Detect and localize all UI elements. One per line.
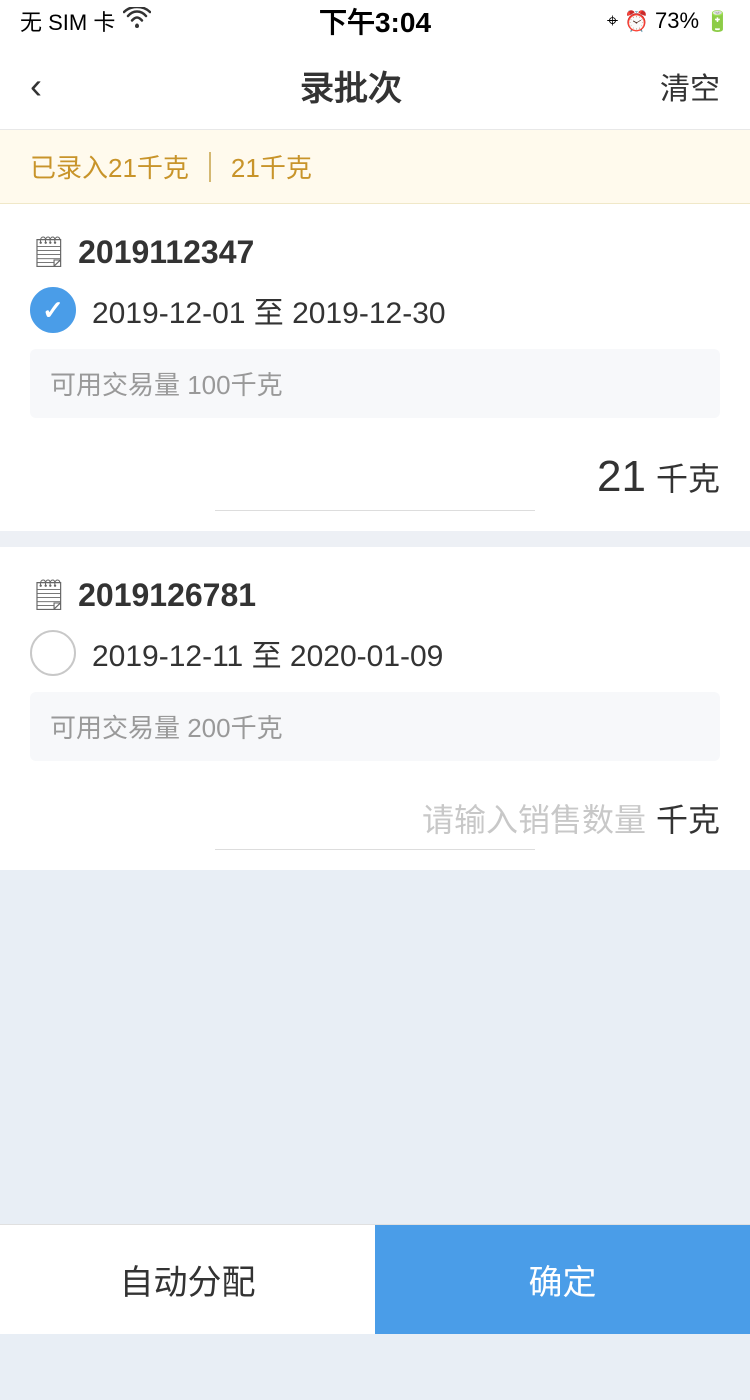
banner-divider bbox=[209, 152, 211, 182]
radio-button-2[interactable] bbox=[30, 630, 76, 676]
status-left: 无 SIM 卡 bbox=[20, 5, 151, 37]
bottom-bar: 自动分配 确定 bbox=[0, 1224, 750, 1334]
section-divider bbox=[0, 531, 750, 547]
batch-doc-icon-1: 🗒 bbox=[30, 235, 68, 270]
nav-bar: ‹ 录批次 清空 bbox=[0, 42, 750, 130]
quantity-row-1: 21 千克 bbox=[0, 442, 750, 502]
radio-button-1[interactable] bbox=[30, 287, 76, 333]
status-time: 下午3:04 bbox=[319, 1, 431, 41]
available-tag-2: 可用交易量 200千克 bbox=[30, 692, 720, 761]
batch-card-1: 🗒 2019112347 2019-12-01 至 2019-12-30 可用交… bbox=[0, 204, 750, 531]
batch-number-1: 2019112347 bbox=[78, 234, 254, 271]
total-amount: 21千克 bbox=[231, 148, 312, 185]
clear-button[interactable]: 清空 bbox=[660, 64, 720, 108]
battery-label: 73% bbox=[655, 8, 699, 34]
wifi-icon bbox=[123, 7, 151, 35]
input-row-2: 请输入销售数量 千克 bbox=[0, 785, 750, 841]
battery-icon: 🔋 bbox=[705, 9, 730, 34]
batch-row-1: 2019-12-01 至 2019-12-30 bbox=[30, 287, 720, 333]
quantity-unit-1: 千克 bbox=[656, 454, 720, 500]
batch-item-1: 🗒 2019112347 2019-12-01 至 2019-12-30 bbox=[0, 204, 750, 333]
batch-item-2: 🗒 2019126781 2019-12-11 至 2020-01-09 bbox=[0, 547, 750, 676]
location-icon: ⌖ bbox=[607, 10, 618, 33]
batch-row-2: 2019-12-11 至 2020-01-09 bbox=[30, 630, 720, 676]
available-tag-1: 可用交易量 100千克 bbox=[30, 349, 720, 418]
batch-card-2: 🗒 2019126781 2019-12-11 至 2020-01-09 可用交… bbox=[0, 547, 750, 870]
batch-date-2: 2019-12-11 至 2020-01-09 bbox=[92, 631, 443, 675]
status-bar: 无 SIM 卡 下午3:04 ⌖ ⏰ 73% 🔋 bbox=[0, 0, 750, 42]
page-title: 录批次 bbox=[300, 61, 402, 110]
auto-distribute-button[interactable]: 自动分配 bbox=[0, 1225, 375, 1334]
batch-number-2: 2019126781 bbox=[78, 577, 256, 614]
carrier-label: 无 SIM 卡 bbox=[20, 5, 115, 37]
batch-date-1: 2019-12-01 至 2019-12-30 bbox=[92, 288, 446, 332]
alarm-icon: ⏰ bbox=[624, 9, 649, 34]
batch-header-2: 🗒 2019126781 bbox=[30, 577, 720, 614]
batch-header-1: 🗒 2019112347 bbox=[30, 234, 720, 271]
quantity-input-unit: 千克 bbox=[656, 795, 720, 841]
recorded-amount: 已录入21千克 bbox=[30, 148, 189, 185]
info-banner: 已录入21千克 21千克 bbox=[0, 130, 750, 204]
status-right: ⌖ ⏰ 73% 🔋 bbox=[607, 8, 730, 34]
quantity-value-1: 21 bbox=[597, 452, 646, 502]
back-button[interactable]: ‹ bbox=[30, 65, 42, 107]
quantity-input-placeholder: 请输入销售数量 bbox=[422, 795, 646, 841]
batch-doc-icon-2: 🗒 bbox=[30, 578, 68, 613]
confirm-button[interactable]: 确定 bbox=[375, 1225, 750, 1334]
